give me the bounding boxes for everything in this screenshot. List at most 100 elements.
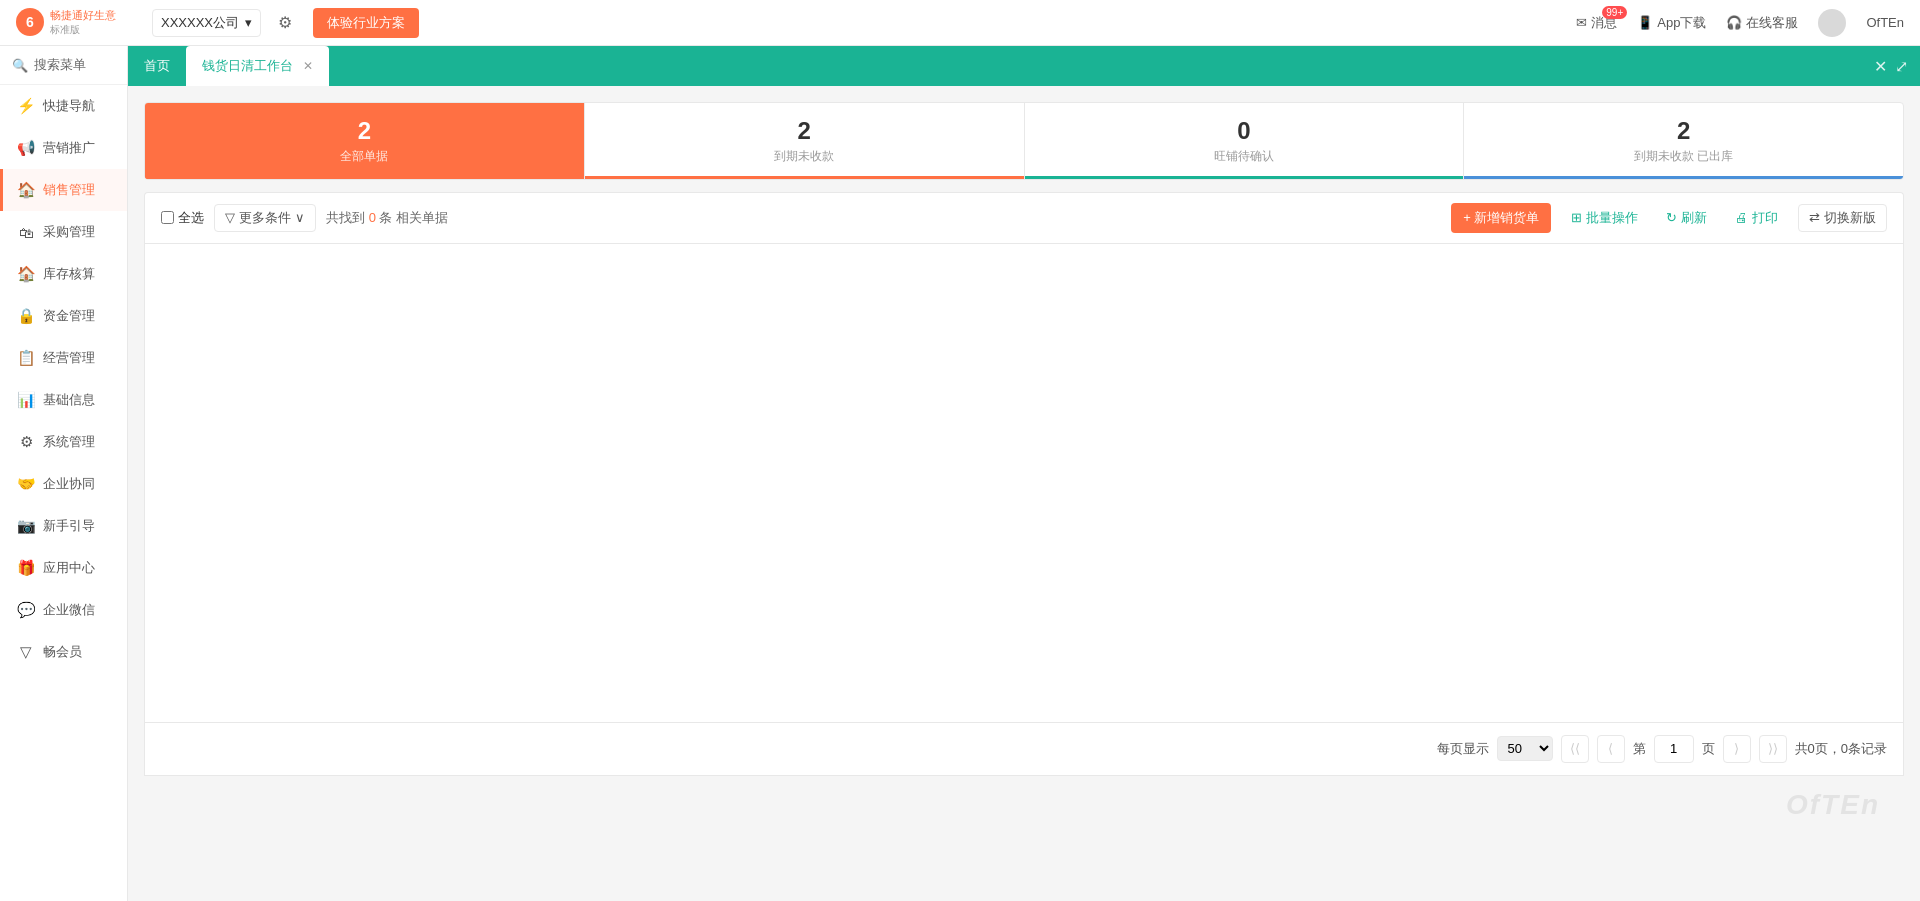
inventory-label: 库存核算 [43, 265, 95, 283]
finance-label: 资金管理 [43, 307, 95, 325]
tab-home[interactable]: 首页 [128, 46, 186, 86]
topbar: 6 畅捷通好生意 标准版 XXXXXX公司 ▾ ⚙ 体验行业方案 ✉ 消息 99… [0, 0, 1920, 46]
search-menu[interactable]: 🔍 搜索菜单 [0, 46, 127, 85]
company-selector[interactable]: XXXXXX公司 ▾ [152, 9, 261, 37]
stat-overdue[interactable]: 2 到期未收款 [585, 103, 1025, 179]
logo-icon: 6 [16, 8, 44, 36]
sidebar-item-guide[interactable]: 📷 新手引导 [0, 505, 127, 547]
refresh-button[interactable]: ↻ 刷新 [1658, 205, 1715, 231]
member-label: 畅会员 [43, 643, 82, 661]
app-center-label: 应用中心 [43, 559, 95, 577]
sidebar-item-app-center[interactable]: 🎁 应用中心 [0, 547, 127, 589]
stats-cards: 2 全部单据 2 到期未收款 0 旺铺待确认 2 到期未收款 已出库 [144, 102, 1904, 180]
system-icon: ⚙ [17, 433, 35, 451]
tab-close-all-icon[interactable]: ✕ [1870, 53, 1891, 80]
page-size-select[interactable]: 20 50 100 [1497, 736, 1553, 761]
select-all-label: 全选 [178, 209, 204, 227]
sidebar-item-purchase[interactable]: 🛍 采购管理 [0, 211, 127, 253]
wechat-label: 企业微信 [43, 601, 95, 619]
settings-button[interactable]: ⚙ [269, 7, 301, 39]
filter-chevron-icon: ∨ [295, 210, 305, 225]
select-all-input[interactable] [161, 211, 174, 224]
refresh-label: 刷新 [1681, 209, 1707, 227]
basics-icon: 📊 [17, 391, 35, 409]
tab-close-button[interactable]: ✕ [303, 59, 313, 73]
headset-icon: 🎧 [1726, 15, 1742, 30]
empty-state [145, 244, 1903, 644]
page-unit: 页 [1702, 740, 1715, 758]
print-label: 打印 [1752, 209, 1778, 227]
stat-overdue-label: 到期未收款 [605, 148, 1004, 165]
tab-nav: 首页 钱货日清工作台 ✕ ✕ ⤢ [128, 46, 1920, 86]
switch-version-button[interactable]: ⇄ 切换新版 [1798, 204, 1887, 232]
print-button[interactable]: 🖨 打印 [1727, 205, 1786, 231]
sidebar-item-sales[interactable]: 🏠 销售管理 [0, 169, 127, 211]
online-service-button[interactable]: 🎧 在线客服 [1726, 14, 1798, 32]
sidebar-item-quick-nav[interactable]: ⚡ 快捷导航 [0, 85, 127, 127]
app-download-icon: 📱 [1637, 15, 1653, 30]
operations-icon: 📋 [17, 349, 35, 367]
sidebar-item-enterprise[interactable]: 🤝 企业协同 [0, 463, 127, 505]
tab-expand-icon[interactable]: ⤢ [1891, 53, 1912, 80]
sidebar-item-operations[interactable]: 📋 经营管理 [0, 337, 127, 379]
filter-label: 更多条件 [239, 209, 291, 227]
toolbar: 全选 ▽ 更多条件 ∨ 共找到 0 条 相关单据 + 新增销货单 ⊞ 批量操作 … [144, 192, 1904, 243]
workbench-tab-label: 钱货日清工作台 [202, 57, 293, 75]
stat-wangpu[interactable]: 0 旺铺待确认 [1025, 103, 1465, 179]
marketing-label: 营销推广 [43, 139, 95, 157]
operations-label: 经营管理 [43, 349, 95, 367]
sidebar-item-member[interactable]: ▽ 畅会员 [0, 631, 127, 673]
refresh-icon: ↻ [1666, 210, 1677, 225]
new-sale-button[interactable]: + 新增销货单 [1451, 203, 1551, 233]
result-count: 0 [369, 210, 376, 225]
enterprise-label: 企业协同 [43, 475, 95, 493]
avatar-name: OfTEn [1866, 15, 1904, 30]
sidebar-item-system[interactable]: ⚙ 系统管理 [0, 421, 127, 463]
batch-label: 批量操作 [1586, 209, 1638, 227]
stat-all[interactable]: 2 全部单据 [145, 103, 585, 179]
print-icon: 🖨 [1735, 210, 1748, 225]
guide-icon: 📷 [17, 517, 35, 535]
prev-page-button[interactable]: ⟨ [1597, 735, 1625, 763]
select-all-checkbox[interactable]: 全选 [161, 209, 204, 227]
search-menu-label: 搜索菜单 [34, 56, 86, 74]
sidebar-item-marketing[interactable]: 📢 营销推广 [0, 127, 127, 169]
batch-button[interactable]: ⊞ 批量操作 [1563, 205, 1646, 231]
app-download-button[interactable]: 📱 App下载 [1637, 14, 1706, 32]
total-info: 共0页，0条记录 [1795, 740, 1887, 758]
stat-wangpu-label: 旺铺待确认 [1045, 148, 1444, 165]
switch-label: 切换新版 [1824, 210, 1876, 225]
sidebar-item-basics[interactable]: 📊 基础信息 [0, 379, 127, 421]
pagination: 每页显示 20 50 100 ⟨⟨ ⟨ 第 页 ⟩ ⟩⟩ 共0页，0条记录 [144, 723, 1904, 776]
sidebar-item-inventory[interactable]: 🏠 库存核算 [0, 253, 127, 295]
sidebar-item-finance[interactable]: 🔒 资金管理 [0, 295, 127, 337]
first-page-button[interactable]: ⟨⟨ [1561, 735, 1589, 763]
stat-shipped[interactable]: 2 到期未收款 已出库 [1464, 103, 1903, 179]
last-page-button[interactable]: ⟩⟩ [1759, 735, 1787, 763]
purchase-icon: 🛍 [17, 223, 35, 241]
result-unit: 条 [379, 210, 392, 225]
home-tab-label: 首页 [144, 57, 170, 75]
result-text: 共找到 0 条 相关单据 [326, 209, 448, 227]
page-input[interactable] [1654, 735, 1694, 763]
stat-all-number: 2 [165, 117, 564, 146]
page-label: 第 [1633, 740, 1646, 758]
stat-wangpu-bar [1025, 176, 1464, 179]
guide-label: 新手引导 [43, 517, 95, 535]
brand-sub: 标准版 [50, 23, 116, 37]
finance-icon: 🔒 [17, 307, 35, 325]
messages-button[interactable]: ✉ 消息 99+ [1576, 14, 1617, 32]
logo: 6 畅捷通好生意 标准版 [16, 8, 144, 36]
app-center-icon: 🎁 [17, 559, 35, 577]
result-suffix: 相关单据 [396, 210, 448, 225]
experience-button[interactable]: 体验行业方案 [313, 8, 419, 38]
enterprise-icon: 🤝 [17, 475, 35, 493]
tab-workbench[interactable]: 钱货日清工作台 ✕ [186, 46, 329, 86]
more-filter-button[interactable]: ▽ 更多条件 ∨ [214, 204, 316, 232]
stat-shipped-number: 2 [1484, 117, 1883, 146]
next-page-button[interactable]: ⟩ [1723, 735, 1751, 763]
sidebar-item-wechat[interactable]: 💬 企业微信 [0, 589, 127, 631]
stat-shipped-bar [1464, 176, 1903, 179]
avatar[interactable] [1818, 9, 1846, 37]
search-icon: 🔍 [12, 58, 28, 73]
